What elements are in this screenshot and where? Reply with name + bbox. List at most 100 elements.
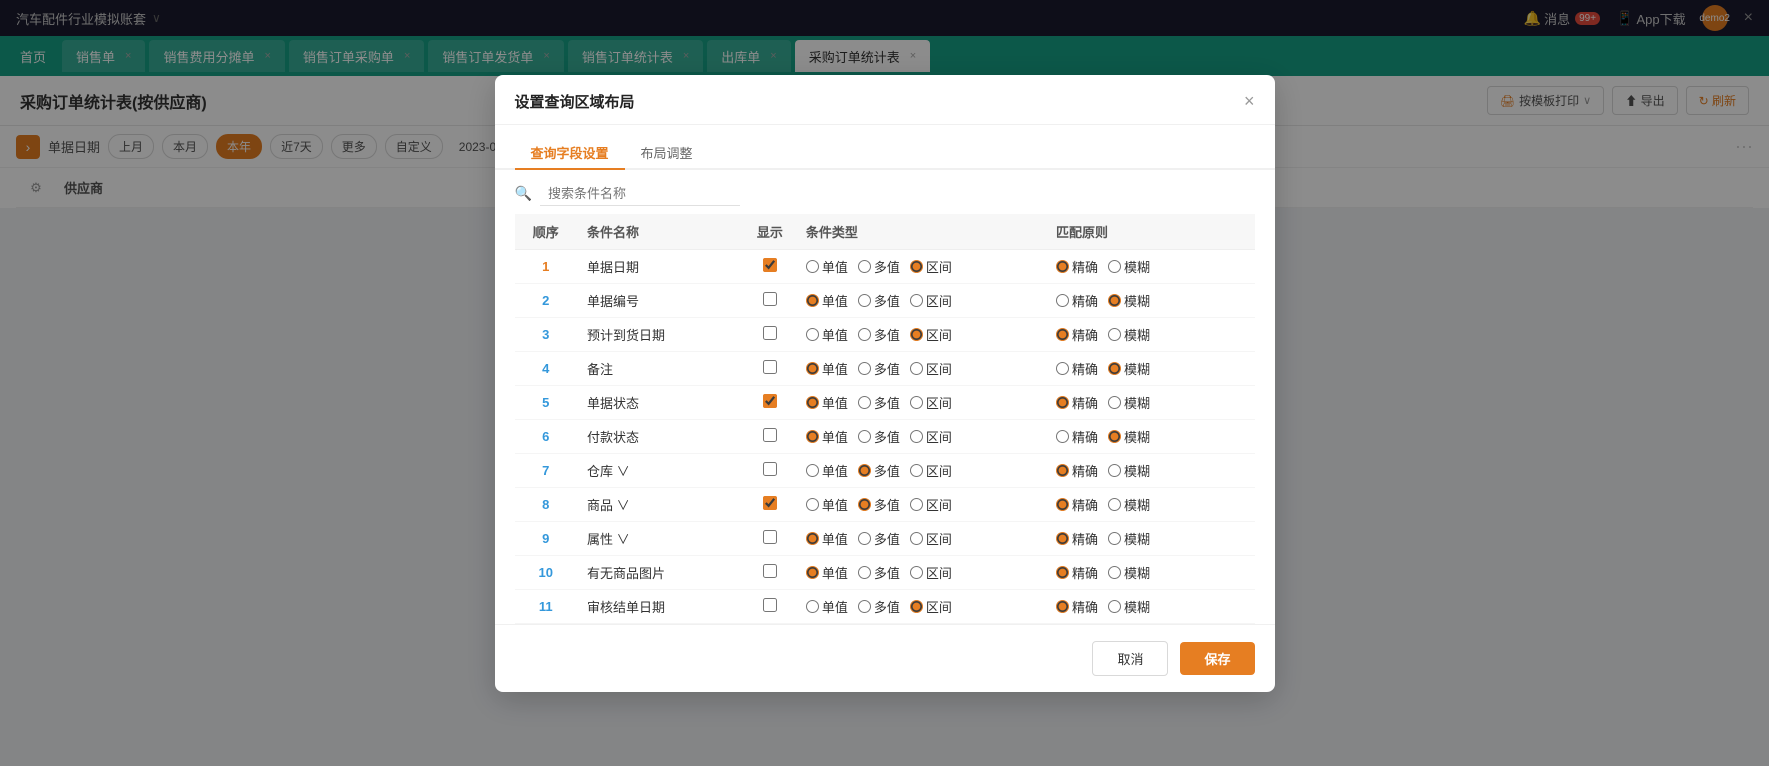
type-radio[interactable] [806,532,819,545]
type-radio-item[interactable]: 多值 [858,393,900,412]
match-radio[interactable] [1108,600,1121,613]
type-radio[interactable] [806,362,819,375]
match-radio[interactable] [1108,294,1121,307]
type-radio[interactable] [858,498,871,511]
display-checkbox[interactable] [763,394,777,408]
type-radio-item[interactable]: 单值 [806,257,848,276]
match-radio-item[interactable]: 精确 [1056,427,1098,446]
match-radio-item[interactable]: 精确 [1056,597,1098,616]
type-radio[interactable] [858,260,871,273]
match-radio-item[interactable]: 精确 [1056,461,1098,480]
type-radio-item[interactable]: 多值 [858,529,900,548]
display-checkbox[interactable] [763,292,777,306]
type-radio[interactable] [806,430,819,443]
type-radio-item[interactable]: 多值 [858,597,900,616]
match-radio[interactable] [1056,260,1069,273]
type-radio-item[interactable]: 多值 [858,427,900,446]
type-radio[interactable] [806,498,819,511]
type-radio[interactable] [806,328,819,341]
match-radio[interactable] [1108,430,1121,443]
type-radio[interactable] [858,464,871,477]
display-checkbox[interactable] [763,598,777,612]
type-radio-item[interactable]: 单值 [806,563,848,582]
match-radio[interactable] [1056,498,1069,511]
match-radio-item[interactable]: 精确 [1056,529,1098,548]
match-radio-item[interactable]: 模糊 [1108,325,1150,344]
match-radio-item[interactable]: 模糊 [1108,257,1150,276]
type-radio[interactable] [806,464,819,477]
type-radio-item[interactable]: 区间 [910,291,952,310]
type-radio-item[interactable]: 区间 [910,563,952,582]
match-radio-item[interactable]: 精确 [1056,257,1098,276]
match-radio[interactable] [1108,566,1121,579]
type-radio-item[interactable]: 区间 [910,461,952,480]
type-radio[interactable] [910,396,923,409]
type-radio[interactable] [910,294,923,307]
type-radio-item[interactable]: 区间 [910,325,952,344]
match-radio[interactable] [1056,464,1069,477]
type-radio-item[interactable]: 单值 [806,461,848,480]
type-radio[interactable] [910,600,923,613]
type-radio-item[interactable]: 多值 [858,563,900,582]
match-radio-item[interactable]: 精确 [1056,325,1098,344]
type-radio-item[interactable]: 单值 [806,529,848,548]
save-button[interactable]: 保存 [1180,642,1254,675]
match-radio-item[interactable]: 模糊 [1108,359,1150,378]
display-checkbox[interactable] [763,360,777,374]
match-radio-item[interactable]: 模糊 [1108,393,1150,412]
match-radio-item[interactable]: 精确 [1056,393,1098,412]
type-radio[interactable] [910,430,923,443]
type-radio-item[interactable]: 多值 [858,461,900,480]
type-radio-item[interactable]: 单值 [806,597,848,616]
type-radio[interactable] [910,566,923,579]
type-radio[interactable] [858,566,871,579]
match-radio[interactable] [1056,362,1069,375]
type-radio[interactable] [858,532,871,545]
type-radio-item[interactable]: 多值 [858,359,900,378]
type-radio[interactable] [858,294,871,307]
type-radio-item[interactable]: 多值 [858,325,900,344]
match-radio[interactable] [1056,532,1069,545]
type-radio[interactable] [910,498,923,511]
match-radio[interactable] [1056,566,1069,579]
match-radio[interactable] [1108,396,1121,409]
type-radio[interactable] [910,464,923,477]
type-radio-item[interactable]: 单值 [806,325,848,344]
display-checkbox[interactable] [763,564,777,578]
match-radio[interactable] [1056,430,1069,443]
tab-query-fields[interactable]: 查询字段设置 [515,137,625,170]
match-radio[interactable] [1108,362,1121,375]
display-checkbox[interactable] [763,326,777,340]
match-radio-item[interactable]: 精确 [1056,563,1098,582]
match-radio[interactable] [1108,498,1121,511]
type-radio-item[interactable]: 单值 [806,495,848,514]
type-radio-item[interactable]: 区间 [910,597,952,616]
search-input[interactable] [540,182,740,206]
match-radio-item[interactable]: 模糊 [1108,563,1150,582]
cancel-button[interactable]: 取消 [1092,641,1168,676]
match-radio[interactable] [1108,260,1121,273]
type-radio[interactable] [806,566,819,579]
display-checkbox[interactable] [763,258,777,272]
type-radio[interactable] [858,362,871,375]
type-radio[interactable] [806,600,819,613]
match-radio[interactable] [1108,464,1121,477]
tab-layout-adjust[interactable]: 布局调整 [625,137,709,170]
match-radio[interactable] [1108,328,1121,341]
match-radio-item[interactable]: 模糊 [1108,291,1150,310]
type-radio[interactable] [858,600,871,613]
type-radio-item[interactable]: 区间 [910,529,952,548]
type-radio-item[interactable]: 区间 [910,393,952,412]
type-radio[interactable] [858,396,871,409]
display-checkbox[interactable] [763,428,777,442]
display-checkbox[interactable] [763,530,777,544]
type-radio-item[interactable]: 单值 [806,427,848,446]
type-radio-item[interactable]: 单值 [806,291,848,310]
type-radio-item[interactable]: 多值 [858,257,900,276]
dialog-close-button[interactable]: × [1244,92,1255,110]
type-radio-item[interactable]: 区间 [910,495,952,514]
type-radio[interactable] [806,396,819,409]
match-radio-item[interactable]: 模糊 [1108,427,1150,446]
match-radio[interactable] [1056,294,1069,307]
display-checkbox[interactable] [763,462,777,476]
